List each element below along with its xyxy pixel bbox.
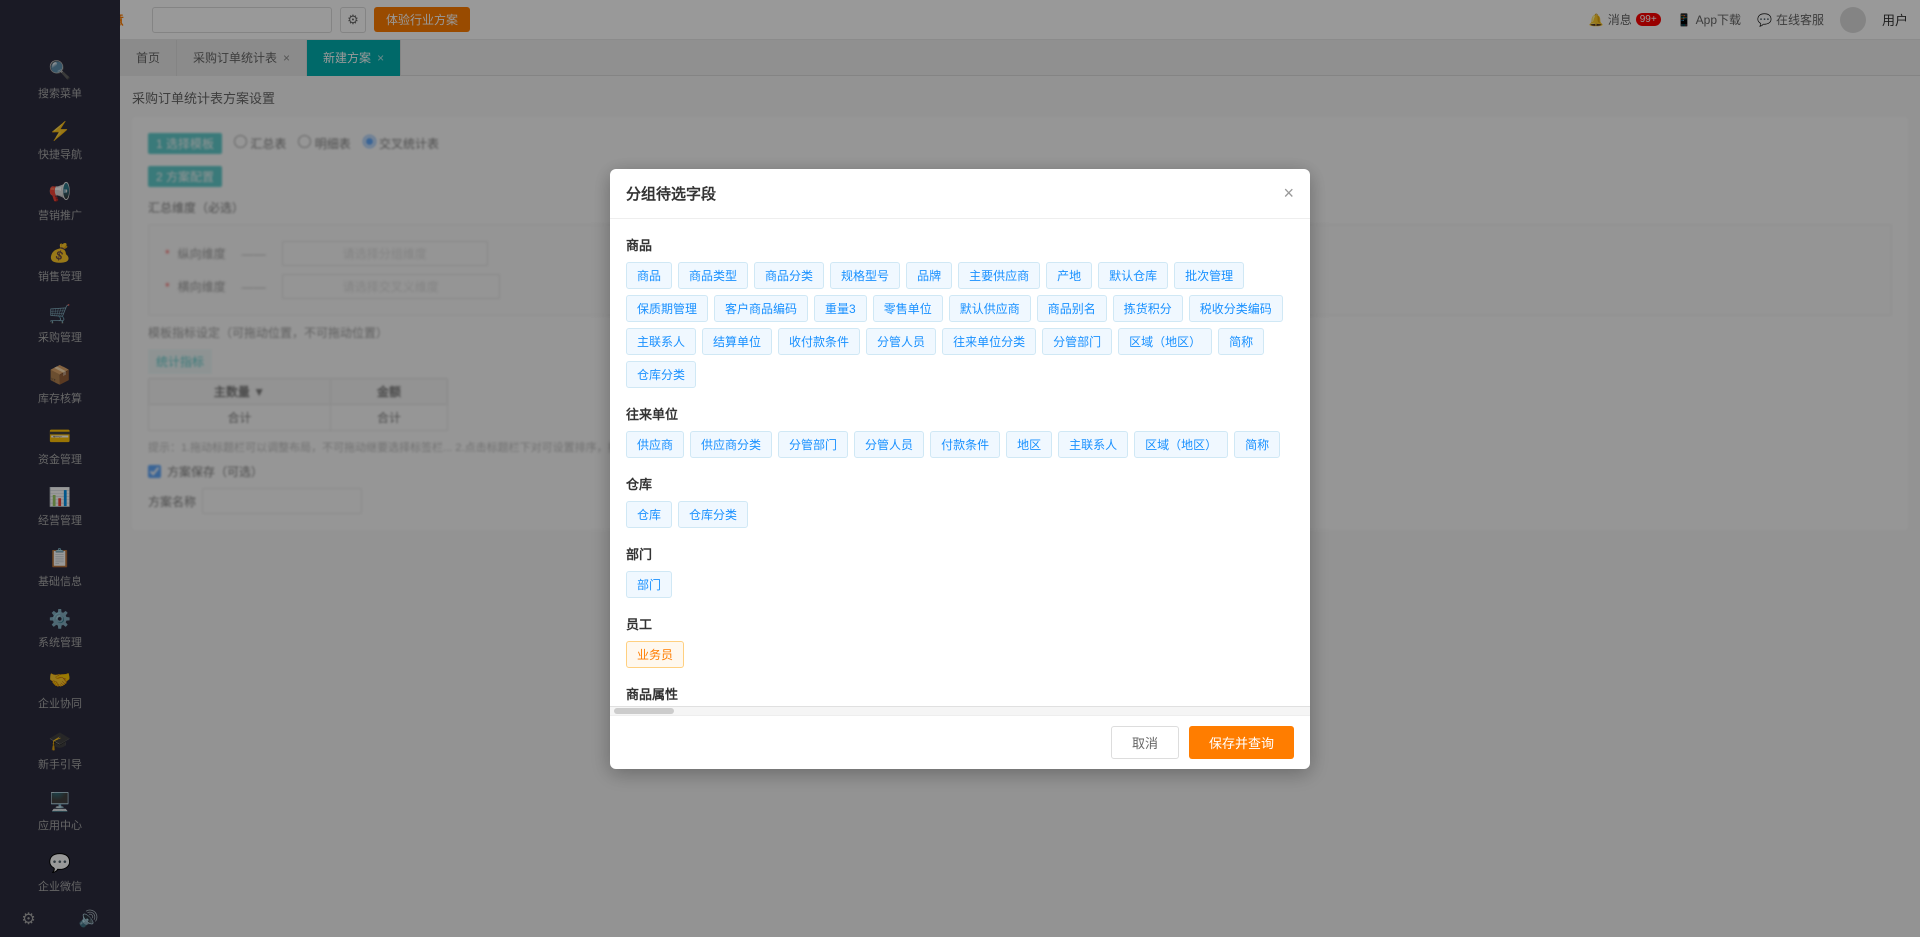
tag-payment-terms[interactable]: 收付款条件 — [778, 328, 860, 355]
product-tags: 商品 商品类型 商品分类 规格型号 品牌 主要供应商 产地 默认仓库 批次管理 … — [626, 262, 1294, 388]
tag-main-supplier[interactable]: 主要供应商 — [958, 262, 1040, 289]
tag-expiry-mgmt[interactable]: 保质期管理 — [626, 295, 708, 322]
section-title-warehouse: 仓库 — [626, 474, 1294, 493]
tag-pick-points[interactable]: 拣货积分 — [1113, 295, 1183, 322]
warehouse-tags: 仓库 仓库分类 — [626, 501, 1294, 528]
confirm-button[interactable]: 保存并查询 — [1189, 726, 1294, 759]
tag-department[interactable]: 部门 — [626, 571, 672, 598]
tag-salesperson[interactable]: 业务员 — [626, 641, 684, 668]
tag-region[interactable]: 区域（地区） — [1118, 328, 1212, 355]
tag-weight3[interactable]: 重量3 — [814, 295, 867, 322]
tag-responsible-dept[interactable]: 分管部门 — [1042, 328, 1112, 355]
tag-district[interactable]: 地区 — [1006, 431, 1052, 458]
tag-counterparty-category[interactable]: 往来单位分类 — [942, 328, 1036, 355]
tag-product-alias[interactable]: 商品别名 — [1037, 295, 1107, 322]
section-title-product: 商品 — [626, 235, 1294, 254]
modal-footer: 取消 保存并查询 — [610, 715, 1310, 769]
section-product: 商品 商品 商品类型 商品分类 规格型号 品牌 主要供应商 产地 默认仓库 批次… — [626, 235, 1294, 388]
tag-origin[interactable]: 产地 — [1046, 262, 1092, 289]
tag-default-warehouse[interactable]: 默认仓库 — [1098, 262, 1168, 289]
tag-customer-product-code[interactable]: 客户商品编码 — [714, 295, 808, 322]
tag-spec-model[interactable]: 规格型号 — [830, 262, 900, 289]
tag-main-contact[interactable]: 主联系人 — [626, 328, 696, 355]
section-title-counterparty: 往来单位 — [626, 404, 1294, 423]
section-warehouse: 仓库 仓库 仓库分类 — [626, 474, 1294, 528]
tag-abbr2[interactable]: 简称 — [1234, 431, 1280, 458]
modal-overlay: 分组待选字段 × 商品 商品 商品类型 商品分类 规格型号 品牌 主要供应商 产… — [0, 0, 1920, 937]
counterparty-tags: 供应商 供应商分类 分管部门 分管人员 付款条件 地区 主联系人 区域（地区） … — [626, 431, 1294, 458]
modal-close-button[interactable]: × — [1283, 183, 1294, 204]
staff-tags: 业务员 — [626, 641, 1294, 668]
tag-dept[interactable]: 分管部门 — [778, 431, 848, 458]
modal-horizontal-scrollbar[interactable] — [610, 706, 1310, 715]
tag-product[interactable]: 商品 — [626, 262, 672, 289]
tag-responsible-person[interactable]: 分管人员 — [866, 328, 936, 355]
tag-supplier-category[interactable]: 供应商分类 — [690, 431, 772, 458]
section-counterparty: 往来单位 供应商 供应商分类 分管部门 分管人员 付款条件 地区 主联系人 区域… — [626, 404, 1294, 458]
section-title-staff: 员工 — [626, 614, 1294, 633]
modal-header: 分组待选字段 × — [610, 169, 1310, 219]
tag-tax-code[interactable]: 税收分类编码 — [1189, 295, 1283, 322]
section-dept: 部门 部门 — [626, 544, 1294, 598]
modal-title: 分组待选字段 — [626, 183, 716, 204]
section-staff: 员工 业务员 — [626, 614, 1294, 668]
cancel-button[interactable]: 取消 — [1111, 726, 1179, 759]
tag-warehouse[interactable]: 仓库 — [626, 501, 672, 528]
modal-hscroll-thumb — [614, 708, 674, 714]
tag-abbreviation[interactable]: 简称 — [1218, 328, 1264, 355]
section-product-attr: 商品属性 属性 颜色 多规格 尺码 鞋码 1 — [626, 684, 1294, 706]
tag-warehouse-category[interactable]: 仓库分类 — [626, 361, 696, 388]
tag-main-contact2[interactable]: 主联系人 — [1058, 431, 1128, 458]
section-title-product-attr: 商品属性 — [626, 684, 1294, 703]
dept-tags: 部门 — [626, 571, 1294, 598]
section-title-dept: 部门 — [626, 544, 1294, 563]
tag-product-type[interactable]: 商品类型 — [678, 262, 748, 289]
tag-product-category[interactable]: 商品分类 — [754, 262, 824, 289]
tag-responsible-person2[interactable]: 分管人员 — [854, 431, 924, 458]
modal-body[interactable]: 商品 商品 商品类型 商品分类 规格型号 品牌 主要供应商 产地 默认仓库 批次… — [610, 219, 1310, 706]
tag-batch-mgmt[interactable]: 批次管理 — [1174, 262, 1244, 289]
tag-retail-unit[interactable]: 零售单位 — [873, 295, 943, 322]
tag-brand[interactable]: 品牌 — [906, 262, 952, 289]
modal-dialog: 分组待选字段 × 商品 商品 商品类型 商品分类 规格型号 品牌 主要供应商 产… — [610, 169, 1310, 769]
tag-supplier[interactable]: 供应商 — [626, 431, 684, 458]
tag-settlement-unit[interactable]: 结算单位 — [702, 328, 772, 355]
tag-warehouse-cat[interactable]: 仓库分类 — [678, 501, 748, 528]
tag-payment-cond[interactable]: 付款条件 — [930, 431, 1000, 458]
tag-region2[interactable]: 区域（地区） — [1134, 431, 1228, 458]
tag-default-supplier[interactable]: 默认供应商 — [949, 295, 1031, 322]
